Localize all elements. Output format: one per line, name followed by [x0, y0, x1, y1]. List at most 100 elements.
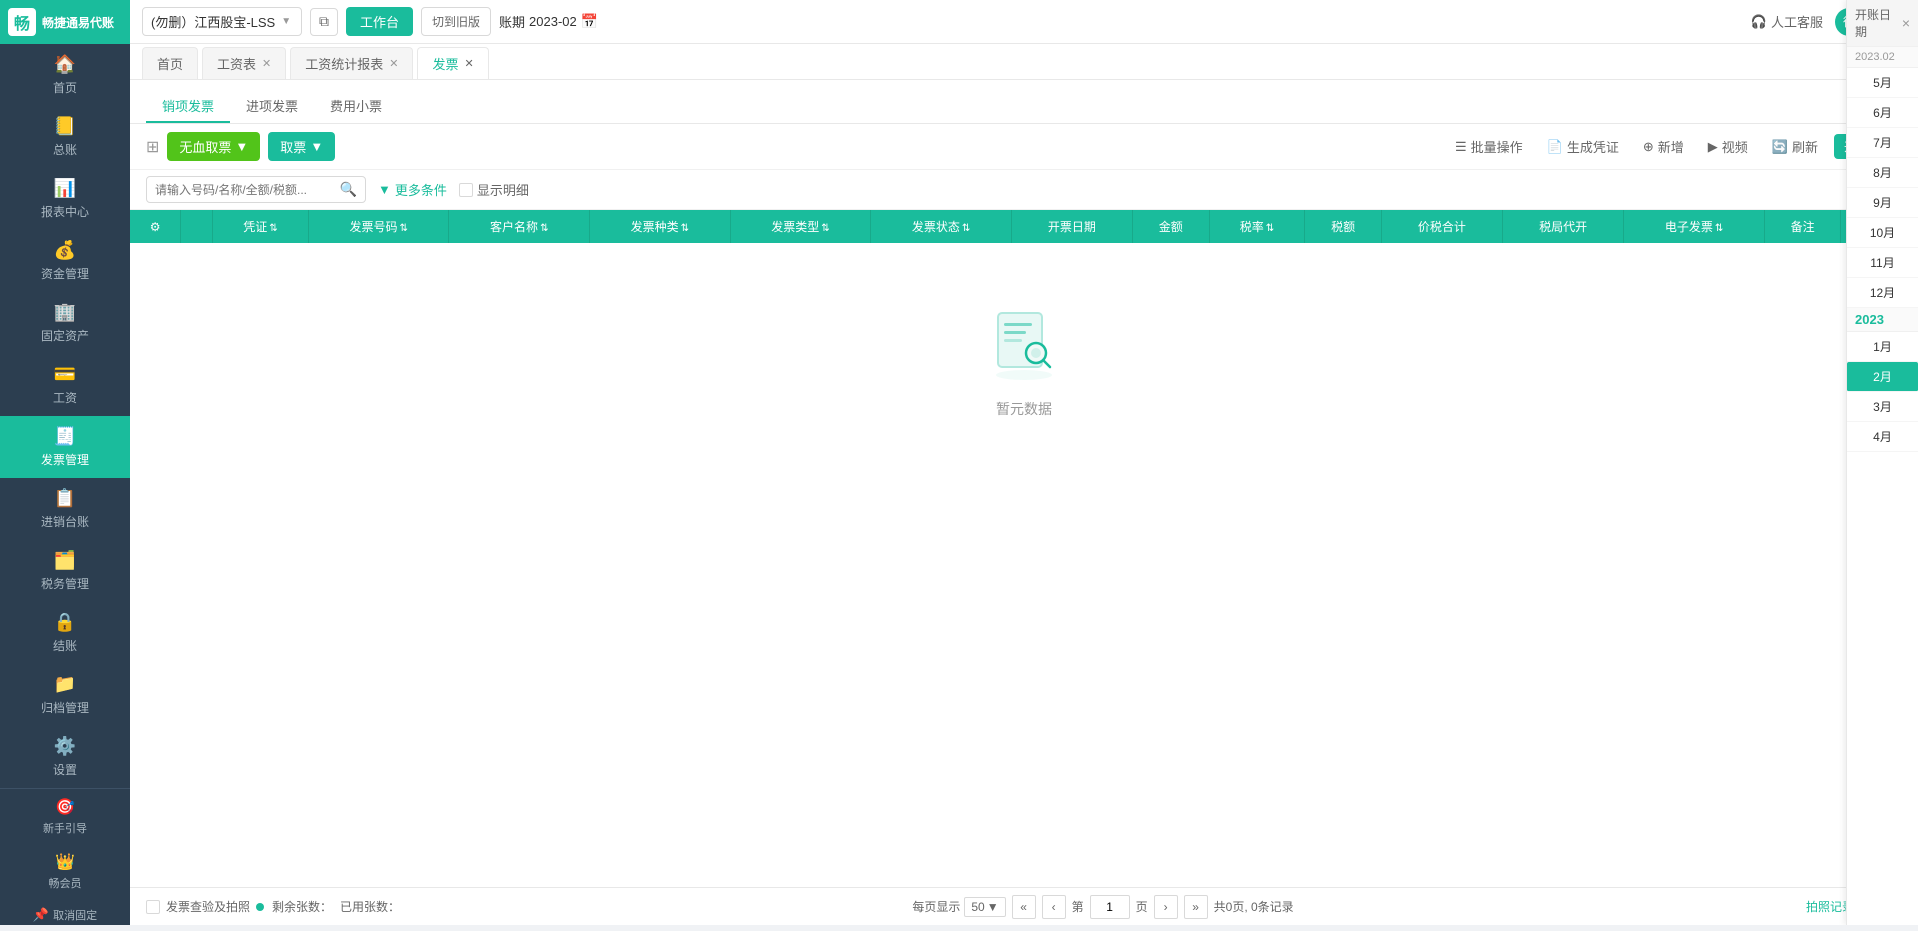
sidebar-label-assets: 固定资产 [41, 327, 89, 344]
sidebar-item-close[interactable]: 🔒结账 [0, 602, 130, 664]
sidebar-label-invoice: 发票管理 [41, 451, 89, 468]
col-invoice_no[interactable]: 发票号码⇅ [308, 210, 449, 243]
grid-view-icon[interactable]: ⊞ [146, 137, 159, 157]
no-invoice-button[interactable]: 无血取票 ▼ [167, 132, 260, 161]
tab-close-salary[interactable]: ✕ [262, 57, 271, 70]
sidebar-item-invoice[interactable]: 🧾 发票管理 [0, 416, 130, 478]
date-month-9月[interactable]: 9月 [1847, 188, 1918, 218]
table-wrap: ⚙凭证⇅发票号码⇅客户名称⇅发票种类⇅发票类型⇅发票状态⇅开票日期金额税率⇅税额… [130, 210, 1918, 887]
tab-home[interactable]: 首页 [142, 47, 198, 79]
guide-icon: 🎯 [55, 797, 75, 817]
col-voucher[interactable]: 凭证⇅ [213, 210, 309, 243]
date-month-11月[interactable]: 11月 [1847, 248, 1918, 278]
tab-label-salary_report: 工资统计报表 [305, 54, 383, 73]
date-month-1月[interactable]: 1月 [1847, 332, 1918, 362]
col-tax_rate[interactable]: 税率⇅ [1209, 210, 1305, 243]
col-invoice_type[interactable]: 发票种类⇅ [590, 210, 731, 243]
sort-icon-customer: ⇅ [540, 223, 548, 234]
new-button[interactable]: ⊕ 新增 [1635, 133, 1692, 160]
more-conditions-button[interactable]: ▼ 更多条件 [378, 180, 447, 199]
batch-ops-button[interactable]: ☰ 批量操作 [1447, 133, 1531, 160]
date-month-8月[interactable]: 8月 [1847, 158, 1918, 188]
workspace-button[interactable]: 工作台 [346, 7, 413, 36]
sidebar-item-pin[interactable]: 📌 取消固定 [0, 899, 130, 931]
date-month-12月[interactable]: 12月 [1847, 278, 1918, 308]
sidebar-bottom-label-guide: 新手引导 [43, 820, 87, 836]
sort-icon-tax_rate: ⇅ [1266, 223, 1274, 234]
sidebar-label-ledger: 总账 [53, 141, 77, 158]
sidebar-item-sales[interactable]: 📋进销台账 [0, 478, 130, 540]
sidebar-item-reports[interactable]: 📊报表中心 [0, 168, 130, 230]
copy-company-button[interactable]: ⧉ [310, 8, 338, 36]
sub-tab-label-purchase_invoice: 进项发票 [246, 99, 298, 114]
search-icon[interactable]: 🔍 [340, 181, 357, 198]
tab-salary[interactable]: 工资表✕ [202, 47, 286, 79]
generate-voucher-button[interactable]: 📄 生成凭证 [1539, 133, 1627, 160]
date-month-10月[interactable]: 10月 [1847, 218, 1918, 248]
show-detail-toggle[interactable]: 显示明细 [459, 180, 529, 199]
date-panel-close[interactable]: × [1902, 15, 1910, 31]
total-records: 共0页, 0条记录 [1214, 898, 1294, 915]
first-page-button[interactable]: « [1012, 895, 1036, 919]
sidebar-item-finance[interactable]: 💰资金管理 [0, 230, 130, 292]
verify-checkbox[interactable] [146, 900, 160, 914]
old-version-button[interactable]: 切到旧版 [421, 7, 491, 36]
video-button[interactable]: ▶ 视频 [1700, 133, 1756, 160]
sort-icon-invoice_status: ⇅ [962, 223, 970, 234]
sidebar-item-member[interactable]: 👑 畅会员 [0, 844, 130, 899]
app-logo: 畅 畅捷通易代账 [0, 0, 130, 44]
main-content: (勿删）江西股宝-LSS ▼ ⧉ 工作台 切到旧版 账期 2023-02 📅 🎧… [130, 0, 1918, 925]
sidebar-label-settings: 设置 [53, 761, 77, 778]
sub-tab-sales_invoice[interactable]: 销项发票 [146, 90, 230, 123]
support-button[interactable]: 🎧 人工客服 [1751, 12, 1823, 31]
next-page-button[interactable]: › [1154, 895, 1178, 919]
sidebar-item-settings[interactable]: ⚙️ 设置 [0, 726, 130, 788]
sidebar-bottom-label-pin: 取消固定 [53, 907, 97, 923]
prev-page-button[interactable]: ‹ [1042, 895, 1066, 919]
dropdown-arrow-icon: ▼ [235, 139, 248, 154]
sub-tab-expense_receipt[interactable]: 费用小票 [314, 90, 398, 123]
get-invoice-button[interactable]: 取票 ▼ [268, 132, 335, 161]
sidebar-item-ledger[interactable]: 📒总账 [0, 106, 130, 168]
sub-tab-bar: 销项发票 进项发票 费用小票 [130, 80, 1918, 124]
sub-tab-purchase_invoice[interactable]: 进项发票 [230, 90, 314, 123]
col-e_invoice[interactable]: 电子发票⇅ [1624, 210, 1765, 243]
tab-close-invoice[interactable]: ✕ [465, 57, 474, 70]
sidebar-item-archive[interactable]: 📁归档管理 [0, 664, 130, 726]
page-number-input[interactable] [1090, 895, 1130, 919]
per-page-dropdown[interactable]: 50 ▼ [964, 897, 1005, 917]
detail-checkbox[interactable] [459, 183, 473, 197]
settings-icon: ⚙️ [54, 736, 76, 757]
date-month-5月[interactable]: 5月 [1847, 68, 1918, 98]
tab-salary_report[interactable]: 工资统计报表 ✕ [290, 47, 413, 79]
invoice-icon: 🧾 [54, 426, 76, 447]
sidebar-item-assets[interactable]: 🏢固定资产 [0, 292, 130, 354]
company-selector[interactable]: (勿删）江西股宝-LSS ▼ [142, 7, 302, 36]
date-month-2月[interactable]: 2月 [1847, 362, 1918, 392]
verify-section: 发票查验及拍照 [146, 898, 264, 915]
voucher-icon: 📄 [1547, 139, 1563, 155]
calendar-icon[interactable]: 📅 [581, 13, 598, 30]
date-month-7月[interactable]: 7月 [1847, 128, 1918, 158]
search-input[interactable] [155, 183, 334, 197]
refresh-button[interactable]: 🔄 刷新 [1764, 133, 1826, 160]
tab-close-salary_report[interactable]: ✕ [389, 57, 398, 70]
sidebar-item-tax[interactable]: 🗂️税务管理 [0, 540, 130, 602]
get-invoice-dropdown-icon: ▼ [310, 139, 323, 154]
date-month-6月[interactable]: 6月 [1847, 98, 1918, 128]
logo-text: 畅捷通易代账 [42, 14, 114, 31]
sidebar-item-guide[interactable]: 🎯 新手引导 [0, 789, 130, 844]
last-page-button[interactable]: » [1184, 895, 1208, 919]
col-customer[interactable]: 客户名称⇅ [449, 210, 590, 243]
date-month-4月[interactable]: 4月 [1847, 422, 1918, 452]
tab-invoice[interactable]: 发票✕ [417, 47, 488, 79]
sub-tab-label-sales_invoice: 销项发票 [162, 99, 214, 114]
col-invoice_status[interactable]: 发票状态⇅ [871, 210, 1012, 243]
col-invoice_category[interactable]: 发票类型⇅ [730, 210, 871, 243]
sidebar-item-home[interactable]: 🏠首页 [0, 44, 130, 106]
headset-icon: 🎧 [1751, 14, 1767, 30]
sales-icon: 📋 [54, 488, 76, 509]
date-month-3月[interactable]: 3月 [1847, 392, 1918, 422]
sidebar-bottom: 🎯 新手引导 👑 畅会员 📌 取消固定 [0, 788, 130, 931]
sidebar-item-payroll[interactable]: 💳工资 [0, 354, 130, 416]
